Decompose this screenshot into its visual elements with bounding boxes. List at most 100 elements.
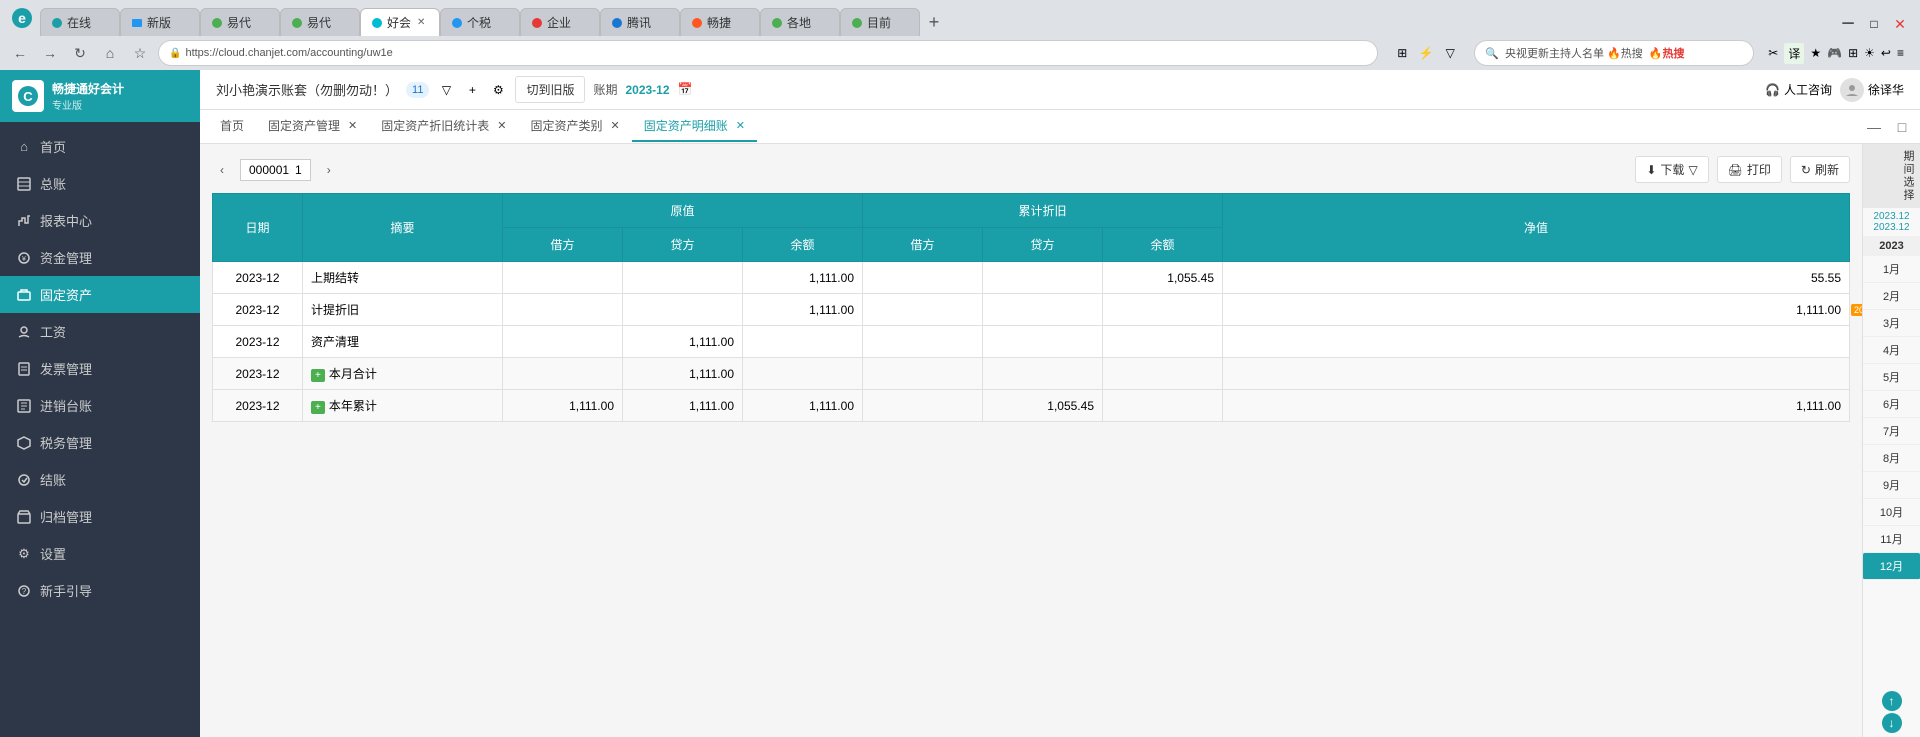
tab-asset-category-close[interactable]: ✕ xyxy=(611,119,620,132)
tab-depreciation-stats[interactable]: 固定资产折旧统计表 ✕ xyxy=(369,111,518,142)
tab-label: 目前 xyxy=(867,14,891,31)
sidebar-item-fixed-assets[interactable]: 固定资产 xyxy=(0,276,200,313)
download-button[interactable]: ⬇ 下载 ▽ xyxy=(1635,156,1708,183)
browser-tab-haohui[interactable]: 好会 ✕ xyxy=(360,8,440,36)
table-row: 2023-12 上期结转 1,111.00 1,055.45 55.55 xyxy=(213,262,1850,294)
month-item-5[interactable]: 5月 xyxy=(1863,364,1920,391)
browser-tab-new[interactable]: 新版 xyxy=(120,8,200,36)
tab-fixed-assets[interactable]: 固定资产管理 ✕ xyxy=(256,111,369,142)
minimize-button[interactable]: ─ xyxy=(1836,12,1860,36)
close-button[interactable]: ✕ xyxy=(1888,12,1912,36)
month-item-4[interactable]: 4月 xyxy=(1863,337,1920,364)
scissors-tool[interactable]: ✂ xyxy=(1768,46,1778,60)
window-maximize-icon[interactable]: □ xyxy=(1892,117,1912,137)
window-minimize-icon[interactable]: — xyxy=(1864,117,1884,137)
period-date1: 2023.12 xyxy=(1866,211,1917,222)
back-button[interactable]: ← xyxy=(8,41,32,65)
tab-asset-category[interactable]: 固定资产类别 ✕ xyxy=(518,111,631,142)
sidebar-item-guide[interactable]: ? 新手引导 xyxy=(0,572,200,609)
user-button[interactable]: 徐译华 xyxy=(1840,78,1904,102)
cell-accum-balance xyxy=(1103,358,1223,390)
browser-tab-muqian[interactable]: 目前 xyxy=(840,8,920,36)
sidebar-item-invoice[interactable]: 发票管理 xyxy=(0,350,200,387)
tab-home[interactable]: 首页 xyxy=(208,111,256,142)
url-input[interactable]: 🔒 https://cloud.chanjet.com/accounting/u… xyxy=(158,40,1378,66)
sidebar-item-salary[interactable]: 工资 xyxy=(0,313,200,350)
svg-text:C: C xyxy=(23,89,33,104)
month-item-9[interactable]: 9月 xyxy=(1863,472,1920,499)
month-item-2[interactable]: 2月 xyxy=(1863,283,1920,310)
new-tab-button[interactable]: + xyxy=(920,8,948,36)
scroll-down-button[interactable]: ↓ xyxy=(1882,713,1902,733)
sidebar-item-settings[interactable]: ⚙ 设置 xyxy=(0,535,200,572)
star-tool[interactable]: ★ xyxy=(1810,46,1821,60)
maximize-button[interactable]: □ xyxy=(1862,12,1886,36)
browser-tab-changjie[interactable]: 畅捷 xyxy=(680,8,760,36)
archive-icon xyxy=(16,509,32,525)
month-item-1[interactable]: 1月 xyxy=(1863,256,1920,283)
tab-asset-ledger-close[interactable]: ✕ xyxy=(736,119,745,132)
expand-icon[interactable]: ▽ xyxy=(1440,43,1460,63)
dropdown-icon[interactable]: ▽ xyxy=(437,81,455,99)
sidebar-item-closing[interactable]: 结账 xyxy=(0,461,200,498)
forward-button[interactable]: → xyxy=(38,41,62,65)
translate-tool[interactable]: 译 xyxy=(1784,43,1804,64)
browser-icon: e xyxy=(4,0,40,36)
home-icon: ⌂ xyxy=(16,139,32,155)
search-bar[interactable]: 🔍 央视更新主持人名单 🔥热搜 🔥热搜 xyxy=(1474,40,1754,66)
tab-label: 各地 xyxy=(787,14,811,31)
month-item-10[interactable]: 10月 xyxy=(1863,499,1920,526)
scroll-up-button[interactable]: ↑ xyxy=(1882,691,1902,711)
month-item-12[interactable]: 12月 xyxy=(1863,553,1920,580)
sidebar-item-archive[interactable]: 归档管理 xyxy=(0,498,200,535)
browser-tab-online[interactable]: 在线 xyxy=(40,8,120,36)
year-item[interactable]: 2023 xyxy=(1863,236,1920,256)
browser-tab-geshui[interactable]: 个税 xyxy=(440,8,520,36)
browser-tab-qiye[interactable]: 企业 xyxy=(520,8,600,36)
game-tool[interactable]: 🎮 xyxy=(1827,46,1842,60)
lightning-icon[interactable]: ⚡ xyxy=(1416,43,1436,63)
next-account-button[interactable]: › xyxy=(319,160,339,180)
sidebar-item-tax[interactable]: 税务管理 xyxy=(0,424,200,461)
settings-small-icon[interactable]: ⚙ xyxy=(489,81,507,99)
month-item-6[interactable]: 6月 xyxy=(1863,391,1920,418)
sun-tool[interactable]: ☀ xyxy=(1864,46,1875,60)
month-item-11[interactable]: 11月 xyxy=(1863,526,1920,553)
account-number-input[interactable]: 000001 1 xyxy=(240,159,311,181)
sidebar-item-reports[interactable]: 报表中心 xyxy=(0,202,200,239)
month-item-7[interactable]: 7月 xyxy=(1863,418,1920,445)
tab-fixed-assets-close[interactable]: ✕ xyxy=(348,119,357,132)
prev-account-button[interactable]: ‹ xyxy=(212,160,232,180)
browser-tab-gedi[interactable]: 各地 xyxy=(760,8,840,36)
sidebar-item-general-ledger[interactable]: 总账 xyxy=(0,165,200,202)
back-tool[interactable]: ↩ xyxy=(1881,46,1891,60)
th-orig-credit: 贷方 xyxy=(623,228,743,262)
home-nav-button[interactable]: ⌂ xyxy=(98,41,122,65)
refresh-button[interactable]: ↻ xyxy=(68,41,92,65)
tab-depreciation-close[interactable]: ✕ xyxy=(497,119,506,132)
layout-tool[interactable]: ⊞ xyxy=(1848,46,1858,60)
sidebar-item-home[interactable]: ⌂ 首页 xyxy=(0,128,200,165)
grid-icon[interactable]: ⊞ xyxy=(1392,43,1412,63)
add-company-icon[interactable]: + xyxy=(463,81,481,99)
menu-tool[interactable]: ≡ xyxy=(1897,46,1904,60)
sidebar-item-fund[interactable]: ¥ 资金管理 xyxy=(0,239,200,276)
cell-net-value: 55.55 xyxy=(1223,262,1850,294)
support-button[interactable]: 🎧 人工咨询 xyxy=(1765,81,1832,98)
tab-close-haohui[interactable]: ✕ xyxy=(417,17,425,28)
switch-old-version-button[interactable]: 切到旧版 xyxy=(515,76,585,103)
sidebar-label-settings: 设置 xyxy=(40,544,66,563)
month-item-3[interactable]: 3月 xyxy=(1863,310,1920,337)
calendar-icon[interactable]: 📅 xyxy=(678,82,694,98)
browser-tab-yidai1[interactable]: 易代 xyxy=(200,8,280,36)
refresh-button[interactable]: ↻ 刷新 xyxy=(1790,156,1850,183)
cell-summary: 计提折旧 xyxy=(303,294,503,326)
tab-asset-ledger[interactable]: 固定资产明细账 ✕ xyxy=(632,111,757,142)
browser-tab-yidai2[interactable]: 易代 xyxy=(280,8,360,36)
browser-tab-tencent[interactable]: 腾讯 xyxy=(600,8,680,36)
th-orig-debit: 借方 xyxy=(503,228,623,262)
sidebar-item-purchase-sales[interactable]: 进销台账 xyxy=(0,387,200,424)
print-button[interactable]: 🖨 打印 xyxy=(1717,156,1782,183)
month-item-8[interactable]: 8月 xyxy=(1863,445,1920,472)
bookmark-button[interactable]: ☆ xyxy=(128,41,152,65)
